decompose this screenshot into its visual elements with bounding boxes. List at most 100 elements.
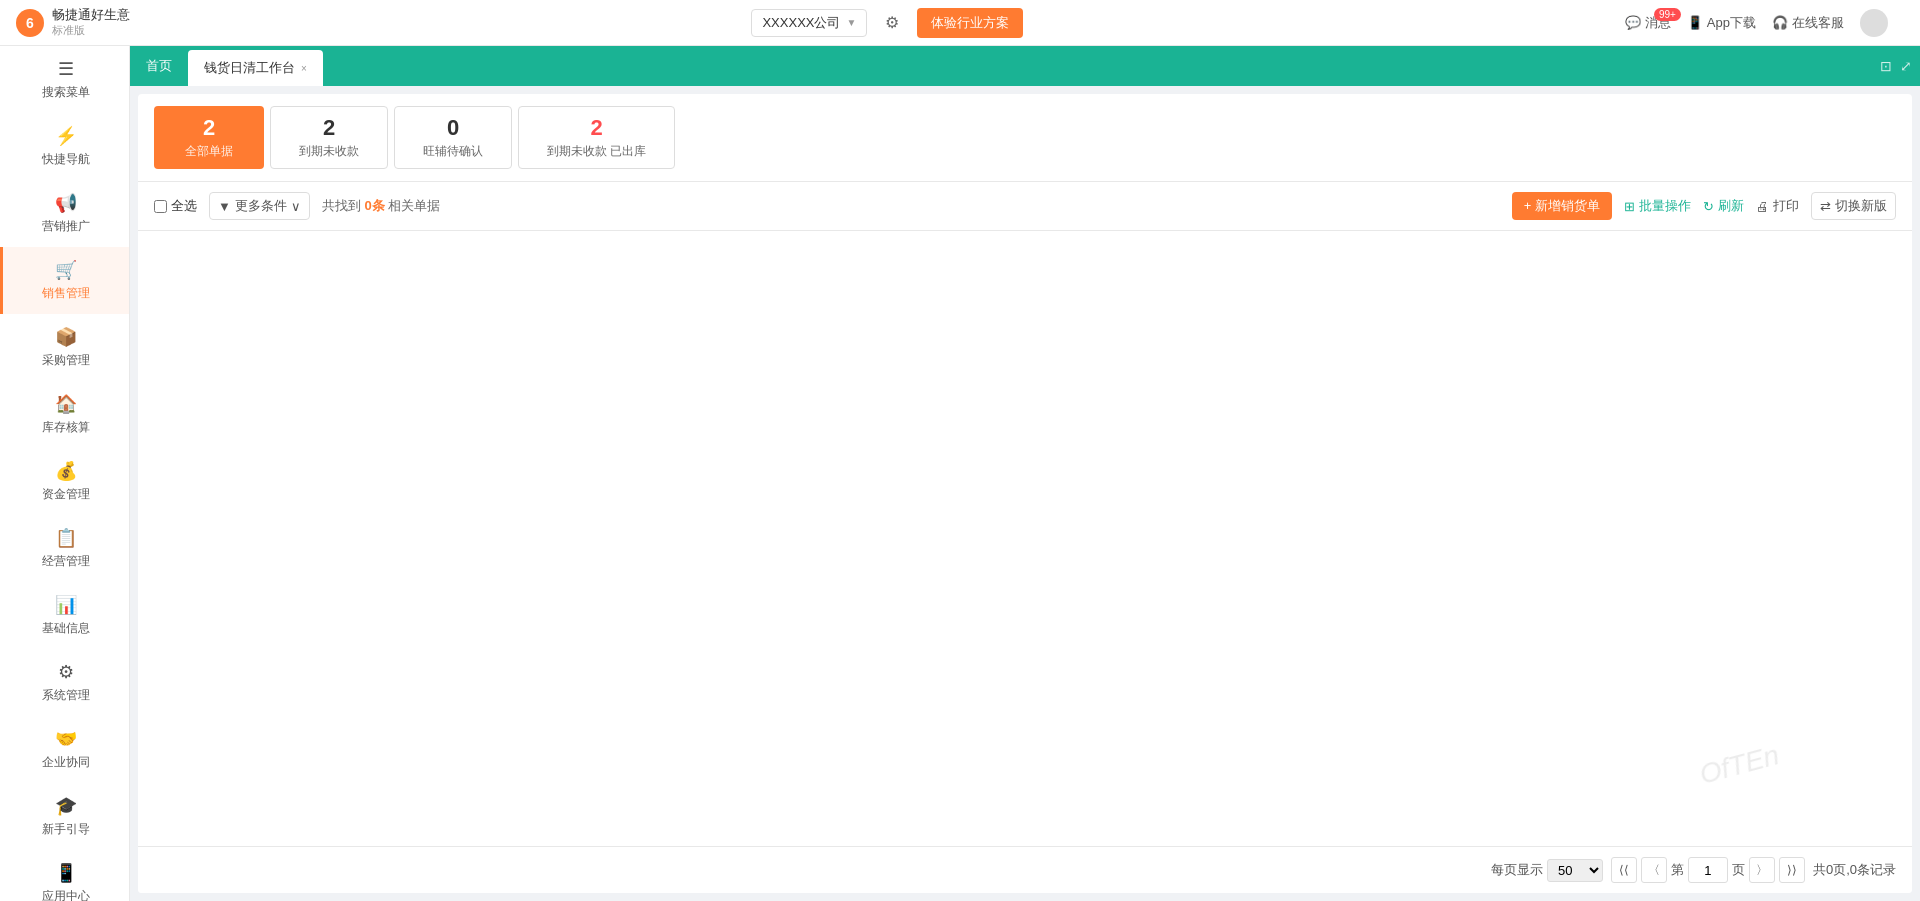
tab-home[interactable]: 首页 [130,46,188,86]
toolbar: 全选 ▼ 更多条件 ∨ 共找到 0条 相关单据 + 新增销货单 ⊞ 批量操作 [138,182,1912,231]
online-service-label: 在线客服 [1792,14,1844,32]
logo-icon: 6 [16,9,44,37]
select-all-label: 全选 [171,197,197,215]
tab-minimize-icon[interactable]: ⊡ [1880,58,1892,74]
sidebar-item-search[interactable]: ☰ 搜索菜单 [0,46,129,113]
avatar[interactable] [1860,9,1888,37]
switch-version-button[interactable]: ⇄ 切换新版 [1811,192,1896,220]
purchase-icon: 📦 [55,326,77,348]
sidebar-item-label: 应用中心 [42,888,90,901]
page-nav: ⟨⟨ 〈 第 页 〉 ⟩⟩ [1611,857,1805,883]
sidebar-item-marketing[interactable]: 📢 营销推广 [0,180,129,247]
message-badge: 99+ [1654,8,1681,21]
logo-text-block: 畅捷通好生意 标准版 [52,7,130,38]
status-card-count: 2 [203,115,215,141]
status-card-shipped[interactable]: 2 到期未收款 已出库 [518,106,675,169]
toolbar-right: + 新增销货单 ⊞ 批量操作 ↻ 刷新 🖨 打印 ⇄ [1512,192,1896,220]
logo-area: 6 畅捷通好生意 标准版 [16,7,130,38]
sidebar: ☰ 搜索菜单 ⚡ 快捷导航 📢 营销推广 🛒 销售管理 📦 采购管理 🏠 库存核… [0,46,130,901]
sidebar-item-basic-info[interactable]: 📊 基础信息 [0,582,129,649]
page-number-input[interactable] [1688,857,1728,883]
sidebar-item-system[interactable]: ⚙ 系统管理 [0,649,129,716]
found-suffix: 相关单据 [388,198,440,213]
cooperation-icon: 🤝 [55,728,77,750]
tab-workbench-label: 钱货日清工作台 [204,59,295,77]
prev-page-button[interactable]: 〈 [1641,857,1667,883]
sidebar-item-label: 销售管理 [42,285,90,302]
print-label: 打印 [1773,197,1799,215]
status-card-label: 全部单据 [185,143,233,160]
trial-button[interactable]: 体验行业方案 [917,8,1023,38]
tab-workbench[interactable]: 钱货日清工作台 × [188,50,323,86]
marketing-icon: 📢 [55,192,77,214]
basic-info-icon: 📊 [55,594,77,616]
sidebar-item-guide[interactable]: 🎓 新手引导 [0,783,129,850]
company-name: XXXXXX公司 [762,14,840,32]
sidebar-item-inventory[interactable]: 🏠 库存核算 [0,381,129,448]
sidebar-item-purchase[interactable]: 📦 采购管理 [0,314,129,381]
tab-close-icon[interactable]: × [301,63,307,74]
tab-maximize-icon[interactable]: ⤢ [1900,58,1912,74]
status-card-count: 0 [447,115,459,141]
sidebar-item-label: 系统管理 [42,687,90,704]
found-info: 共找到 0条 相关单据 [322,197,440,215]
sidebar-item-apps[interactable]: 📱 应用中心 [0,850,129,901]
sidebar-item-label: 经营管理 [42,553,90,570]
status-card-overdue-payment[interactable]: 2 到期未收款 [270,106,388,169]
sidebar-item-label: 企业协同 [42,754,90,771]
select-all-input[interactable] [154,200,167,213]
message-button[interactable]: 💬 消息 99+ [1625,14,1671,32]
filter-button[interactable]: ▼ 更多条件 ∨ [209,192,310,220]
tab-bar: 首页 钱货日清工作台 × ⊡ ⤢ [130,46,1920,86]
sidebar-item-label: 资金管理 [42,486,90,503]
company-selector[interactable]: XXXXXX公司 ▼ [751,9,867,37]
operations-icon: 📋 [55,527,77,549]
filter-icon: ▼ [218,199,231,214]
settings-icon[interactable]: ⚙ [885,13,899,32]
select-all-checkbox[interactable]: 全选 [154,197,197,215]
online-service-button[interactable]: 🎧 在线客服 [1772,14,1844,32]
status-card-label: 旺辅待确认 [423,143,483,160]
sidebar-item-cooperation[interactable]: 🤝 企业协同 [0,716,129,783]
per-page-label: 每页显示 [1491,861,1543,879]
guide-icon: 🎓 [55,795,77,817]
content-area: 首页 钱货日清工作台 × ⊡ ⤢ 2 全部单据 2 到期未收款 [130,46,1920,901]
app-download-label: App下载 [1707,14,1756,32]
pagination-bar: 每页显示 50 100 200 ⟨⟨ 〈 第 页 〉 ⟩⟩ 共0页,0条 [138,846,1912,893]
status-card-all[interactable]: 2 全部单据 [154,106,264,169]
filter-label: 更多条件 [235,197,287,215]
dropdown-arrow-icon: ▼ [846,17,856,28]
found-prefix: 共找到 [322,198,361,213]
app-download-icon: 📱 [1687,15,1703,30]
found-count: 0条 [365,198,385,213]
new-order-button[interactable]: + 新增销货单 [1512,192,1612,220]
print-button[interactable]: 🖨 打印 [1756,197,1799,215]
status-card-count: 2 [323,115,335,141]
sidebar-item-label: 新手引导 [42,821,90,838]
sidebar-item-finance[interactable]: 💰 资金管理 [0,448,129,515]
status-card-pending-confirm[interactable]: 0 旺辅待确认 [394,106,512,169]
app-download-button[interactable]: 📱 App下载 [1687,14,1756,32]
apps-icon: 📱 [55,862,77,884]
next-page-button[interactable]: 〉 [1749,857,1775,883]
sales-icon: 🛒 [55,259,77,281]
main-layout: ☰ 搜索菜单 ⚡ 快捷导航 📢 营销推广 🛒 销售管理 📦 采购管理 🏠 库存核… [0,46,1920,901]
total-info: 共0页,0条记录 [1813,861,1896,879]
search-menu-icon: ☰ [58,58,74,80]
app-version: 标准版 [52,23,130,38]
system-icon: ⚙ [58,661,74,683]
page-size-select[interactable]: 50 100 200 [1547,859,1603,882]
sidebar-item-quicknav[interactable]: ⚡ 快捷导航 [0,113,129,180]
refresh-button[interactable]: ↻ 刷新 [1703,197,1744,215]
first-page-button[interactable]: ⟨⟨ [1611,857,1637,883]
status-card-label: 到期未收款 [299,143,359,160]
online-service-icon: 🎧 [1772,15,1788,30]
finance-icon: 💰 [55,460,77,482]
sidebar-item-sales[interactable]: 🛒 销售管理 [0,247,129,314]
quicknav-icon: ⚡ [55,125,77,147]
tab-bar-right: ⊡ ⤢ [1880,58,1920,74]
sidebar-item-operations[interactable]: 📋 经营管理 [0,515,129,582]
filter-dropdown-icon: ∨ [291,199,301,214]
batch-operation-button[interactable]: ⊞ 批量操作 [1624,197,1691,215]
last-page-button[interactable]: ⟩⟩ [1779,857,1805,883]
